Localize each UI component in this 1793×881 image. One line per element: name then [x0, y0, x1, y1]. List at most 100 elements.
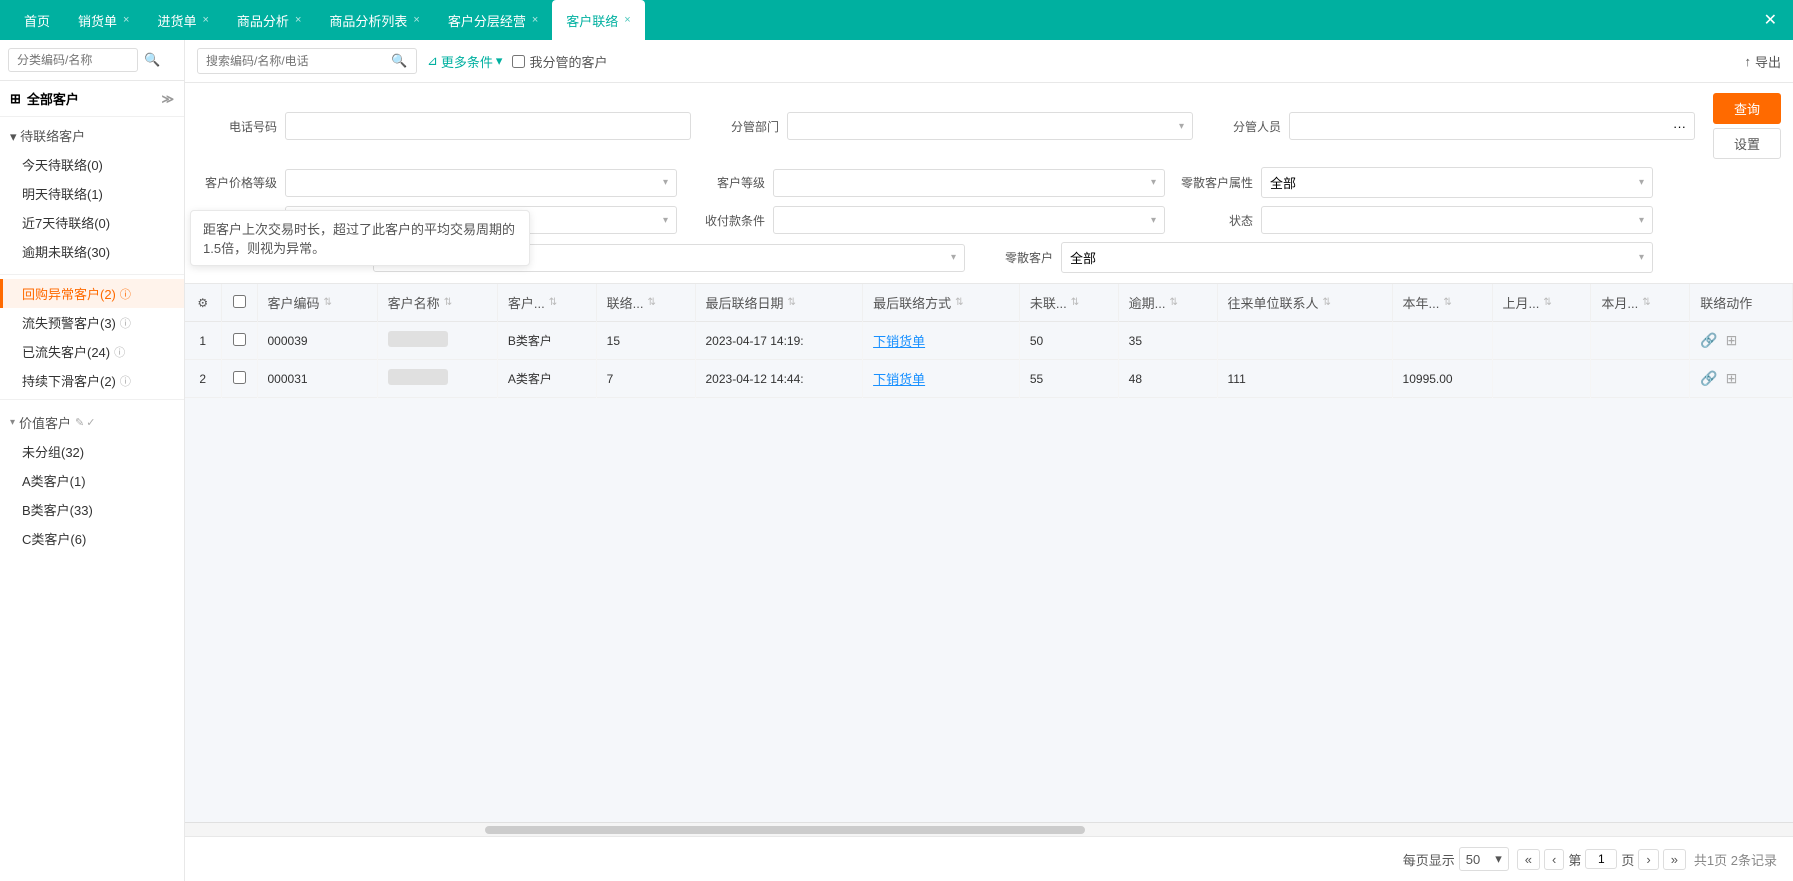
content-area: 🔍 ⊿ 更多条件 ▾ 我分管的客户 ↑ 导出 电话号码 [185, 40, 1793, 881]
col-header-code[interactable]: 客户编码 ⇅ [257, 284, 377, 322]
sidebar-item-7days[interactable]: 近7天待联络(0) [0, 208, 184, 237]
row1-checkbox[interactable] [221, 322, 257, 360]
row1-last-month [1492, 322, 1591, 360]
nav-analysis-list-close[interactable]: × [413, 14, 419, 26]
sidebar-item-churn-warning[interactable]: 流失预警客户(3) ⓘ [0, 308, 184, 337]
nav-purchase[interactable]: 进货单 × [143, 0, 222, 40]
sidebar-value-header[interactable]: ▾ 价值客户 ✎ ✓ [0, 408, 184, 437]
grade-select[interactable]: ▾ [773, 169, 1165, 197]
chevron-down-icon: ▾ [496, 53, 503, 69]
col-header-overdue[interactable]: 逾期... ⇅ [1118, 284, 1217, 322]
export-button[interactable]: ↑ 导出 [1744, 52, 1781, 71]
phone-input[interactable] [285, 112, 691, 140]
row2-overdue: 48 [1118, 360, 1217, 398]
gender-arrow: ▾ [663, 215, 668, 226]
col-header-checkbox[interactable] [221, 284, 257, 322]
nav-customer-contact-close[interactable]: × [624, 14, 630, 26]
row2-checkbox[interactable] [221, 360, 257, 398]
dept-select[interactable]: ▾ [787, 112, 1193, 140]
nav-customer-tier-close[interactable]: × [532, 14, 538, 26]
col-header-type[interactable]: 客户... ⇅ [497, 284, 596, 322]
row2-link-icon[interactable]: 🔗 [1700, 370, 1717, 387]
sidebar-collapse-icon[interactable]: ≫ [161, 92, 174, 106]
retail-customer-select[interactable]: 全部 ▾ [1061, 242, 1653, 273]
page-number-input[interactable] [1585, 849, 1617, 869]
nav-customer-contact[interactable]: 客户联络 × [552, 0, 644, 40]
row2-last-method[interactable]: 下销货单 [863, 360, 1020, 398]
nav-analysis[interactable]: 商品分析 × [223, 0, 315, 40]
sidebar-pending-header[interactable]: ▾ 待联络客户 [0, 121, 184, 150]
nav-analysis-close[interactable]: × [295, 14, 301, 26]
price-grade-select[interactable]: ▾ [285, 169, 677, 197]
sidebar-item-declining[interactable]: 持续下滑客户(2) ⓘ [0, 366, 184, 395]
scrollbar-thumb[interactable] [485, 826, 1085, 834]
col-header-contacts[interactable]: 联络... ⇅ [596, 284, 695, 322]
filter-row-2: 客户价格等级 ▾ 客户等级 ▾ 零散客户属性 全部 ▾ [197, 167, 1781, 198]
sidebar-item-churned[interactable]: 已流失客户(24) ⓘ [0, 337, 184, 366]
sidebar-item-repurchase-anomaly[interactable]: 回购异常客户(2) ⓘ [0, 279, 184, 308]
sidebar-item-class-b[interactable]: B类客户(33) [0, 495, 184, 524]
filter-actions: 查询 设置 [1713, 93, 1781, 159]
filter-icon: ⊿ [427, 53, 438, 69]
sidebar-item-tomorrow[interactable]: 明天待联络(1) [0, 179, 184, 208]
close-all-button[interactable]: ✕ [1764, 10, 1777, 30]
nav-sales-close[interactable]: × [123, 14, 129, 26]
col-header-name[interactable]: 客户名称 ⇅ [377, 284, 497, 322]
row1-grid-icon[interactable]: ⊞ [1726, 332, 1738, 349]
col-header-unit-contacts[interactable]: 往来单位联系人 ⇅ [1217, 284, 1392, 322]
per-page-arrow: ▾ [1495, 851, 1502, 867]
search-input-wrap: 🔍 [197, 48, 417, 74]
payment-select[interactable]: ▾ [773, 206, 1165, 234]
nav-home[interactable]: 首页 [10, 0, 64, 40]
status-select[interactable]: ▾ [1261, 206, 1653, 234]
nav-purchase-close[interactable]: × [202, 14, 208, 26]
query-button[interactable]: 查询 [1713, 93, 1781, 124]
row2-type: A类客户 [497, 360, 596, 398]
retail-attr-select[interactable]: 全部 ▾ [1261, 167, 1653, 198]
my-customers-check[interactable] [512, 55, 525, 68]
row1-link-icon[interactable]: 🔗 [1700, 332, 1717, 349]
col-header-settings[interactable]: ⚙ [185, 284, 221, 322]
sidebar-item-overdue[interactable]: 逾期未联络(30) [0, 237, 184, 266]
row1-last-method[interactable]: 下销货单 [863, 322, 1020, 360]
col-header-action: 联络动作 [1690, 284, 1793, 322]
last-page-button[interactable]: » [1663, 849, 1686, 870]
value-edit-icon[interactable]: ✎ [75, 416, 84, 429]
sidebar-item-class-c[interactable]: C类客户(6) [0, 524, 184, 553]
search-input[interactable] [206, 54, 391, 68]
sidebar-item-class-a[interactable]: A类客户(1) [0, 466, 184, 495]
row1-name [377, 322, 497, 360]
col-header-this-month[interactable]: 本月... ⇅ [1591, 284, 1690, 322]
person-input[interactable]: ··· [1289, 112, 1695, 140]
row2-name [377, 360, 497, 398]
sidebar-item-unclassified[interactable]: 未分组(32) [0, 437, 184, 466]
next-page-button[interactable]: › [1638, 849, 1658, 870]
col-header-uncontacted[interactable]: 未联... ⇅ [1019, 284, 1118, 322]
sidebar-search-icon[interactable]: 🔍 [144, 52, 160, 68]
prev-page-button[interactable]: ‹ [1544, 849, 1564, 870]
table-scroll-wrap: ⚙ 客户编码 ⇅ 客户名称 ⇅ [185, 284, 1793, 822]
sidebar-item-today[interactable]: 今天待联络(0) [0, 150, 184, 179]
row2-grid-icon[interactable]: ⊞ [1726, 370, 1738, 387]
info-icon-1: ⓘ [120, 286, 131, 302]
row1-no: 1 [185, 322, 221, 360]
nav-customer-tier[interactable]: 客户分层经营 × [434, 0, 552, 40]
per-page-dropdown[interactable]: 50 ▾ [1459, 847, 1509, 871]
nav-sales[interactable]: 销货单 × [64, 0, 143, 40]
select-all-checkbox[interactable] [233, 295, 246, 308]
sidebar-all-customers[interactable]: ⊞ 全部客户 ≫ [0, 81, 184, 117]
col-header-last-method[interactable]: 最后联络方式 ⇅ [863, 284, 1020, 322]
col-header-this-year[interactable]: 本年... ⇅ [1392, 284, 1492, 322]
bottom-scrollbar[interactable] [185, 822, 1793, 836]
settings-button[interactable]: 设置 [1713, 128, 1781, 159]
my-customers-checkbox[interactable]: 我分管的客户 [512, 52, 607, 71]
dept-arrow: ▾ [1179, 121, 1184, 132]
search-filter-icon[interactable]: 🔍 [391, 53, 407, 69]
sidebar-search-input[interactable] [8, 48, 138, 72]
more-conditions-button[interactable]: ⊿ 更多条件 ▾ [427, 52, 502, 71]
first-page-button[interactable]: « [1517, 849, 1540, 870]
nav-analysis-list[interactable]: 商品分析列表 × [315, 0, 433, 40]
row1-contacts: 15 [596, 322, 695, 360]
col-header-last-month[interactable]: 上月... ⇅ [1492, 284, 1591, 322]
col-header-last-date[interactable]: 最后联络日期 ⇅ [695, 284, 863, 322]
